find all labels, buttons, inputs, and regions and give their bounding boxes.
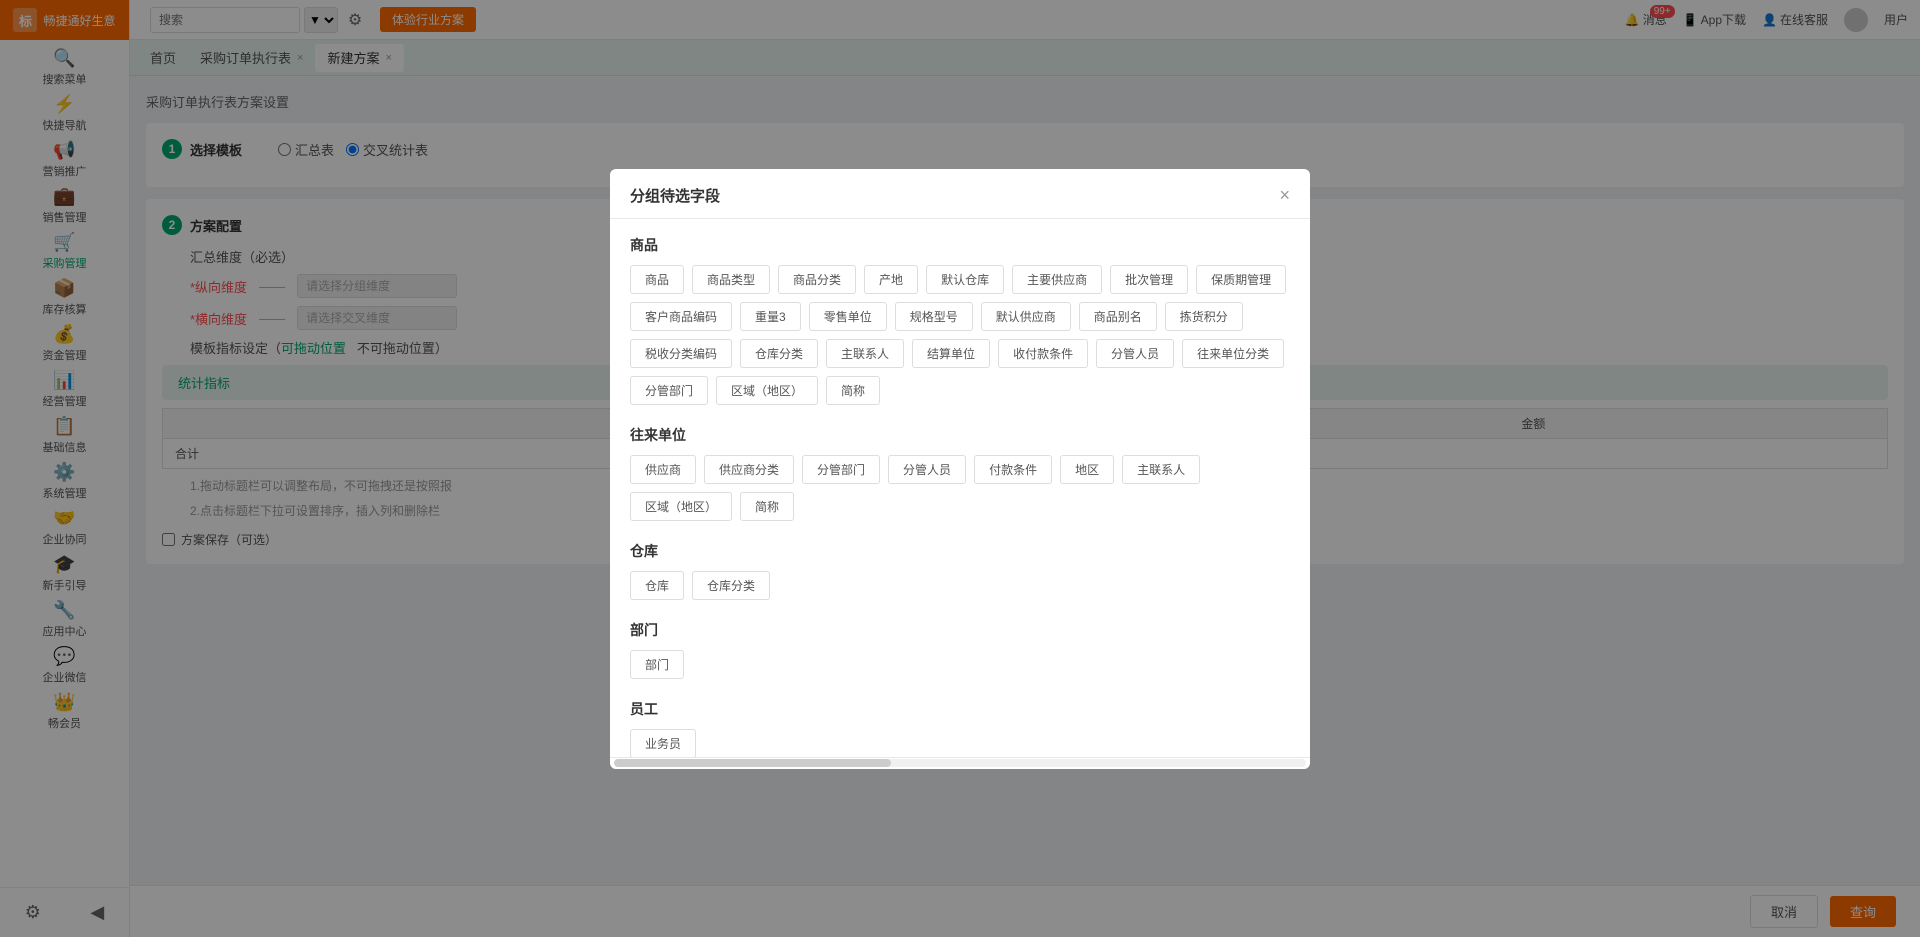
- field-chip-0-19[interactable]: 收付款条件: [998, 339, 1088, 368]
- hscroll-thumb: [614, 759, 891, 767]
- field-group-0: 商品商品商品类型商品分类产地默认仓库主要供应商批次管理保质期管理客户商品编码重量…: [630, 235, 1290, 405]
- field-group-1: 往来单位供应商供应商分类分管部门分管人员付款条件地区主联系人区域（地区） 简称: [630, 425, 1290, 521]
- field-chip-0-11[interactable]: 规格型号: [895, 302, 973, 331]
- field-chip-0-12[interactable]: 默认供应商: [981, 302, 1071, 331]
- field-chip-1-0[interactable]: 供应商: [630, 455, 696, 484]
- field-chip-0-20[interactable]: 分管人员: [1096, 339, 1174, 368]
- field-group-2: 仓库仓库仓库分类: [630, 541, 1290, 600]
- modal-title: 分组待选字段: [630, 185, 720, 206]
- field-chip-0-16[interactable]: 仓库分类: [740, 339, 818, 368]
- field-chip-0-17[interactable]: 主联系人: [826, 339, 904, 368]
- field-chip-0-22[interactable]: 分管部门: [630, 376, 708, 405]
- field-chip-1-8[interactable]: 简称: [740, 492, 794, 521]
- field-chip-0-3[interactable]: 产地: [864, 265, 918, 294]
- field-chip-1-7[interactable]: 区域（地区）: [630, 492, 732, 521]
- field-chips-1: 供应商供应商分类分管部门分管人员付款条件地区主联系人区域（地区） 简称: [630, 455, 1290, 521]
- field-group-4: 员工业务员: [630, 699, 1290, 757]
- modal-header: 分组待选字段 ×: [610, 169, 1310, 219]
- field-chip-3-0[interactable]: 部门: [630, 650, 684, 679]
- field-chip-1-5[interactable]: 地区: [1060, 455, 1114, 484]
- field-chips-3: 部门: [630, 650, 1290, 679]
- field-group-3: 部门部门: [630, 620, 1290, 679]
- field-select-modal: 分组待选字段 × 商品商品商品类型商品分类产地默认仓库主要供应商批次管理保质期管…: [610, 169, 1310, 769]
- field-chip-0-24[interactable]: 简称: [826, 376, 880, 405]
- hscroll-track: [614, 759, 1306, 767]
- field-chip-1-3[interactable]: 分管人员: [888, 455, 966, 484]
- field-chip-2-0[interactable]: 仓库: [630, 571, 684, 600]
- modal-overlay: 分组待选字段 × 商品商品商品类型商品分类产地默认仓库主要供应商批次管理保质期管…: [0, 0, 1920, 937]
- field-chips-0: 商品商品类型商品分类产地默认仓库主要供应商批次管理保质期管理客户商品编码重量3 零…: [630, 265, 1290, 405]
- field-chip-0-14[interactable]: 拣货积分: [1165, 302, 1243, 331]
- field-chip-1-4[interactable]: 付款条件: [974, 455, 1052, 484]
- field-chip-0-15[interactable]: 税收分类编码: [630, 339, 732, 368]
- field-chip-4-0[interactable]: 业务员: [630, 729, 696, 757]
- field-chip-0-21[interactable]: 往来单位分类: [1182, 339, 1284, 368]
- field-chips-4: 业务员: [630, 729, 1290, 757]
- field-chip-0-4[interactable]: 默认仓库: [926, 265, 1004, 294]
- field-chip-0-0[interactable]: 商品: [630, 265, 684, 294]
- field-chip-0-23[interactable]: 区域（地区）: [716, 376, 818, 405]
- field-group-title-1: 往来单位: [630, 425, 1290, 445]
- field-chip-0-18[interactable]: 结算单位: [912, 339, 990, 368]
- field-chip-0-2[interactable]: 商品分类: [778, 265, 856, 294]
- field-chip-0-6[interactable]: 批次管理: [1110, 265, 1188, 294]
- field-chip-0-10[interactable]: 零售单位: [809, 302, 887, 331]
- field-chip-0-7[interactable]: 保质期管理: [1196, 265, 1286, 294]
- modal-close-btn[interactable]: ×: [1279, 185, 1290, 206]
- field-chip-2-1[interactable]: 仓库分类: [692, 571, 770, 600]
- field-chip-1-6[interactable]: 主联系人: [1122, 455, 1200, 484]
- field-group-title-2: 仓库: [630, 541, 1290, 561]
- field-chip-0-8[interactable]: 客户商品编码: [630, 302, 732, 331]
- field-chip-1-1[interactable]: 供应商分类: [704, 455, 794, 484]
- field-chip-0-9[interactable]: 重量3: [740, 302, 801, 331]
- field-chips-2: 仓库仓库分类: [630, 571, 1290, 600]
- modal-hscrollbar[interactable]: [610, 757, 1310, 769]
- field-chip-0-13[interactable]: 商品别名: [1079, 302, 1157, 331]
- field-group-title-3: 部门: [630, 620, 1290, 640]
- field-chip-0-5[interactable]: 主要供应商: [1012, 265, 1102, 294]
- field-group-title-4: 员工: [630, 699, 1290, 719]
- field-chip-1-2[interactable]: 分管部门: [802, 455, 880, 484]
- field-chip-0-1[interactable]: 商品类型: [692, 265, 770, 294]
- modal-body: 商品商品商品类型商品分类产地默认仓库主要供应商批次管理保质期管理客户商品编码重量…: [610, 219, 1310, 757]
- field-group-title-0: 商品: [630, 235, 1290, 255]
